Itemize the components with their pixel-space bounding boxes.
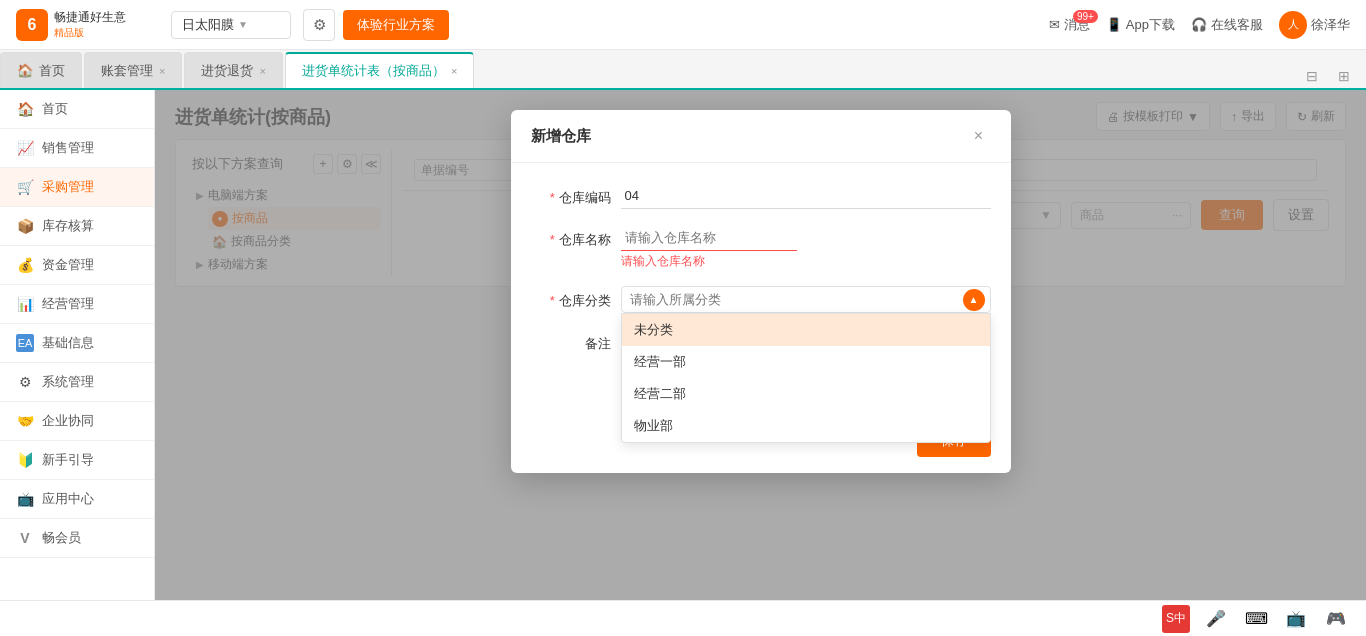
note-label: 备注 xyxy=(531,329,611,353)
tab-minimize-button[interactable]: ⊟ xyxy=(1300,64,1324,88)
modal-title: 新增仓库 xyxy=(531,127,591,146)
warehouse-code-input[interactable] xyxy=(621,183,991,209)
up-arrow-button[interactable]: ▲ xyxy=(963,289,985,311)
app-center-icon: 📺 xyxy=(16,490,34,508)
home-icon: 🏠 xyxy=(16,100,34,118)
logo-area: 6 畅捷通好生意 精品版 xyxy=(16,9,171,41)
sidebar-item-guide[interactable]: 🔰 新手引导 xyxy=(0,441,154,480)
gear-button[interactable]: ⚙ xyxy=(303,9,335,41)
sidebar-item-finance[interactable]: 💰 资金管理 xyxy=(0,246,154,285)
header-right: ✉ 消息 99+ 📱 App下载 🎧 在线客服 人 徐泽华 xyxy=(1049,11,1350,39)
microphone-icon[interactable]: 🎤 xyxy=(1202,605,1230,633)
dropdown-item-uncategorized[interactable]: 未分类 xyxy=(622,314,990,346)
store-selector[interactable]: 日太阳膜 ▼ xyxy=(171,11,291,39)
inventory-icon: 📦 xyxy=(16,217,34,235)
tab-home[interactable]: 🏠 首页 xyxy=(0,52,82,88)
sidebar-item-home[interactable]: 🏠 首页 xyxy=(0,90,154,129)
sidebar: 🏠 首页 📈 销售管理 🛒 采购管理 📦 库存核算 💰 资金管理 📊 经营管理 … xyxy=(0,90,155,636)
basic-info-icon: EA xyxy=(16,334,34,352)
close-icon[interactable]: × xyxy=(259,65,265,77)
close-icon[interactable]: × xyxy=(451,65,457,77)
tab-purchase-return[interactable]: 进货退货 × xyxy=(184,52,282,88)
screen-icon[interactable]: 📺 xyxy=(1282,605,1310,633)
home-icon: 🏠 xyxy=(17,63,33,78)
warehouse-name-wrapper: 请输入仓库名称 xyxy=(621,225,991,270)
sidebar-item-management[interactable]: 📊 经营管理 xyxy=(0,285,154,324)
warehouse-code-label: 仓库编码 xyxy=(531,183,611,207)
online-service-button[interactable]: 🎧 在线客服 xyxy=(1191,16,1263,34)
category-input-wrapper: ▲ 未分类 经营一部 经营二部 物业部 xyxy=(621,286,991,313)
warehouse-name-label: 仓库名称 xyxy=(531,225,611,249)
tab-accounts[interactable]: 账套管理 × xyxy=(84,52,182,88)
finance-icon: 💰 xyxy=(16,256,34,274)
modal-header: 新增仓库 × xyxy=(511,110,1011,163)
sales-icon: 📈 xyxy=(16,139,34,157)
message-badge: 99+ xyxy=(1073,10,1098,23)
header-actions: ⚙ 体验行业方案 xyxy=(303,9,449,41)
ime-indicator[interactable]: S中 xyxy=(1162,605,1190,633)
dropdown-item-property[interactable]: 物业部 xyxy=(622,410,990,442)
guide-icon: 🔰 xyxy=(16,451,34,469)
dropdown-item-dept1[interactable]: 经营一部 xyxy=(622,346,990,378)
content-area: 进货单统计(按商品) 🖨 按模板打印 ▼ ↑ 导出 ↻ 刷新 xyxy=(155,90,1366,636)
tab-purchase-stats[interactable]: 进货单统计表（按商品） × xyxy=(285,52,474,88)
purchase-icon: 🛒 xyxy=(16,178,34,196)
bottom-bar: S中 🎤 ⌨ 📺 🎮 xyxy=(0,600,1366,636)
trial-button[interactable]: 体验行业方案 xyxy=(343,10,449,40)
modal-body: 仓库编码 仓库名称 请输入仓库名称 仓库分类 xyxy=(511,163,1011,415)
form-row-code: 仓库编码 xyxy=(531,183,991,209)
form-row-name: 仓库名称 请输入仓库名称 xyxy=(531,225,991,270)
modal-close-button[interactable]: × xyxy=(967,124,991,148)
chevron-down-icon: ▼ xyxy=(238,19,248,30)
logo-text: 畅捷通好生意 精品版 xyxy=(54,10,126,39)
form-row-category: 仓库分类 ▲ 未分类 经营一部 经营二部 物业部 xyxy=(531,286,991,313)
sidebar-item-membership[interactable]: V 畅会员 xyxy=(0,519,154,558)
app-download-button[interactable]: 📱 App下载 xyxy=(1106,16,1175,34)
sidebar-item-basic-info[interactable]: EA 基础信息 xyxy=(0,324,154,363)
warehouse-name-error: 请输入仓库名称 xyxy=(621,253,991,270)
management-icon: 📊 xyxy=(16,295,34,313)
tab-bar: 🏠 首页 账套管理 × 进货退货 × 进货单统计表（按商品） × ⊟ ⊞ xyxy=(0,50,1366,90)
sidebar-item-sales[interactable]: 📈 销售管理 xyxy=(0,129,154,168)
warehouse-category-label: 仓库分类 xyxy=(531,286,611,310)
dropdown-item-dept2[interactable]: 经营二部 xyxy=(622,378,990,410)
warehouse-name-input[interactable] xyxy=(621,225,797,251)
avatar: 人 xyxy=(1279,11,1307,39)
logo-icon: 6 xyxy=(16,9,48,41)
tab-expand-button[interactable]: ⊞ xyxy=(1332,64,1356,88)
enterprise-icon: 🤝 xyxy=(16,412,34,430)
category-dropdown: 未分类 经营一部 经营二部 物业部 xyxy=(621,313,991,443)
top-header: 6 畅捷通好生意 精品版 日太阳膜 ▼ ⚙ 体验行业方案 ✉ 消息 99+ 📱 … xyxy=(0,0,1366,50)
system-icon: ⚙ xyxy=(16,373,34,391)
membership-icon: V xyxy=(16,529,34,547)
mobile-icon: 📱 xyxy=(1106,17,1122,32)
modal-overlay: 新增仓库 × 仓库编码 仓库名称 请输入仓库名称 xyxy=(155,90,1366,636)
keyboard-icon[interactable]: ⌨ xyxy=(1242,605,1270,633)
sidebar-item-enterprise[interactable]: 🤝 企业协同 xyxy=(0,402,154,441)
main-layout: 🏠 首页 📈 销售管理 🛒 采购管理 📦 库存核算 💰 资金管理 📊 经营管理 … xyxy=(0,90,1366,636)
close-icon[interactable]: × xyxy=(159,65,165,77)
modal: 新增仓库 × 仓库编码 仓库名称 请输入仓库名称 xyxy=(511,110,1011,473)
warehouse-category-input[interactable] xyxy=(621,286,991,313)
gamepad-icon[interactable]: 🎮 xyxy=(1322,605,1350,633)
user-area[interactable]: 人 徐泽华 xyxy=(1279,11,1350,39)
sidebar-item-inventory[interactable]: 📦 库存核算 xyxy=(0,207,154,246)
headset-icon: 🎧 xyxy=(1191,17,1207,32)
message-icon: ✉ xyxy=(1049,17,1060,32)
tab-bar-right: ⊟ ⊞ xyxy=(1300,64,1366,88)
sidebar-item-app-center[interactable]: 📺 应用中心 xyxy=(0,480,154,519)
sidebar-item-purchase[interactable]: 🛒 采购管理 xyxy=(0,168,154,207)
gear-icon: ⚙ xyxy=(313,16,326,34)
sidebar-item-system[interactable]: ⚙ 系统管理 xyxy=(0,363,154,402)
message-button[interactable]: ✉ 消息 99+ xyxy=(1049,16,1090,34)
